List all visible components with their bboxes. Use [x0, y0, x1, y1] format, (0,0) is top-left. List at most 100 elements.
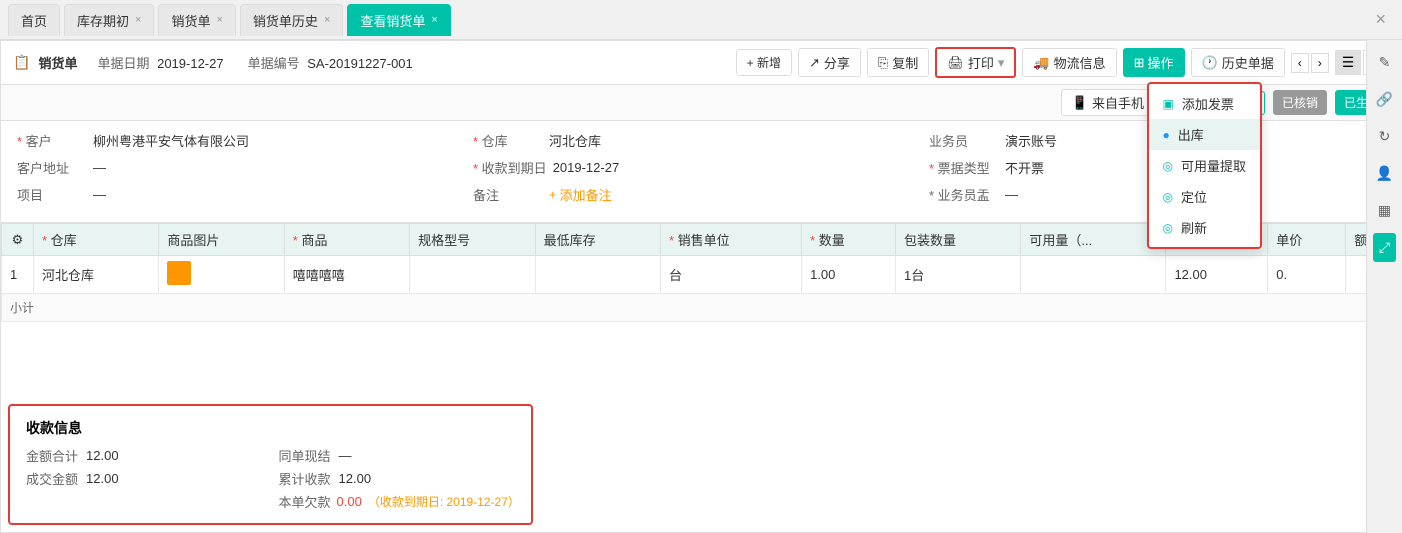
- refresh-label: 刷新: [1181, 218, 1207, 237]
- share-button[interactable]: ↗ 分享: [798, 48, 861, 77]
- th-product: * 商品: [284, 224, 409, 256]
- toolbar: 📋 销货单 单据日期 2019-12-27 单据编号 SA-20191227-0…: [1, 41, 1401, 85]
- sidebar-edit-icon[interactable]: ✎: [1373, 48, 1397, 77]
- window-close-button[interactable]: ×: [1367, 5, 1394, 34]
- warehouse-field: * 仓库 河北仓库: [473, 131, 929, 150]
- row-product-img: [159, 256, 284, 294]
- refresh-item[interactable]: ◎ 刷新: [1149, 212, 1261, 243]
- balance-label: 本单欠款: [279, 492, 331, 511]
- same-order-value: —: [339, 448, 352, 463]
- amount-value: 12.00: [86, 448, 119, 463]
- transaction-value: 12.00: [86, 471, 119, 486]
- print-button[interactable]: 🖨 打印 ▾: [935, 47, 1016, 78]
- doc-number-label: 单据编号: [248, 56, 300, 71]
- history-button[interactable]: 🕐 历史单据: [1191, 48, 1285, 77]
- nav-arrows: ‹ ›: [1291, 53, 1329, 73]
- tab-history[interactable]: 销货单历史 ×: [240, 4, 343, 36]
- tab-home-label: 首页: [21, 11, 47, 30]
- row-warehouse: 河北仓库: [34, 256, 159, 294]
- tab-view-sales-close[interactable]: ×: [431, 14, 437, 26]
- payment-grid: 金额合计 12.00 同单现结 — 成交金额 12.00 累计收款 12.00 …: [26, 446, 515, 511]
- warehouse-label: * 仓库: [473, 131, 543, 150]
- sidebar-expand-icon[interactable]: ⤢: [1373, 233, 1396, 262]
- cumulative-label: 累计收款: [279, 469, 331, 488]
- mobile-label: 来自手机: [1092, 93, 1144, 112]
- print-dropdown-icon: ▾: [998, 55, 1005, 71]
- th-settings[interactable]: ⚙: [2, 224, 34, 256]
- due-date-value: 2019-12-27: [553, 160, 620, 175]
- sidebar-grid-icon[interactable]: ▦: [1372, 196, 1397, 225]
- add-note-button[interactable]: + 添加备注: [549, 185, 612, 204]
- locate-icon: ◎: [1163, 190, 1173, 204]
- th-quantity: * 数量: [802, 224, 896, 256]
- copy-label: 复制: [892, 53, 918, 72]
- share-icon: ↗: [809, 55, 820, 71]
- outbound-item[interactable]: ● 出库: [1149, 119, 1261, 150]
- tab-inventory-close[interactable]: ×: [135, 14, 141, 26]
- transaction-row: 成交金额 12.00: [26, 469, 263, 488]
- logistics-button[interactable]: 🚚 物流信息: [1022, 48, 1116, 77]
- row-quantity: 1.00: [802, 256, 896, 294]
- copy-button[interactable]: ⎘ 复制: [867, 48, 929, 77]
- quantity-extract-item[interactable]: ◎ 可用量提取: [1149, 150, 1261, 181]
- payment-section: 收款信息 金额合计 12.00 同单现结 — 成交金额 12.00 累计收款 1…: [8, 404, 533, 525]
- subtotal-row: 小计: [2, 294, 1401, 322]
- sidebar-refresh-icon[interactable]: ↻: [1373, 122, 1397, 151]
- mobile-button[interactable]: 📱 来自手机: [1061, 89, 1155, 116]
- tab-sales-label: 销货单: [171, 11, 210, 30]
- locate-item[interactable]: ◎ 定位: [1149, 181, 1261, 212]
- operate-label: 操作: [1147, 53, 1173, 72]
- refresh-icon: ◎: [1163, 221, 1173, 235]
- tab-history-close[interactable]: ×: [324, 14, 330, 26]
- th-min-stock: 最低库存: [535, 224, 660, 256]
- tab-inventory[interactable]: 库存期初 ×: [64, 4, 154, 36]
- transaction-label: 成交金额: [26, 469, 78, 488]
- row-available: [1021, 256, 1166, 294]
- outbound-label: 出库: [1178, 125, 1204, 144]
- print-label: 打印: [968, 53, 994, 72]
- prev-button[interactable]: ‹: [1291, 53, 1309, 73]
- th-unit-price: 单价: [1268, 224, 1346, 256]
- tab-sales[interactable]: 销货单 ×: [158, 4, 235, 36]
- history-label: 历史单据: [1222, 53, 1274, 72]
- sidebar-user-icon[interactable]: 👤: [1370, 159, 1399, 188]
- address-field: 客户地址 —: [17, 158, 473, 177]
- tab-home[interactable]: 首页: [8, 4, 60, 36]
- copy-icon: ⎘: [878, 55, 888, 71]
- th-product-img: 商品图片: [159, 224, 284, 256]
- sidebar-link-icon[interactable]: 🔗: [1370, 85, 1399, 114]
- toolbar-right: + 新增 ↗ 分享 ⎘ 复制 🖨 打印 ▾ 🚚 物流信息 ⊞ 操作: [736, 47, 1389, 78]
- tab-sales-close[interactable]: ×: [216, 14, 222, 26]
- print-icon: 🖨: [947, 55, 964, 71]
- confirmed-button[interactable]: 已核销: [1273, 90, 1327, 115]
- row-min-stock: [535, 256, 660, 294]
- add-note-icon: +: [549, 187, 557, 202]
- operate-dropdown: ▣ 添加发票 ● 出库 ◎ 可用量提取 ◎ 定位 ◎ 刷新: [1147, 82, 1263, 249]
- operate-button[interactable]: ⊞ 操作: [1123, 48, 1185, 77]
- tab-history-label: 销货单历史: [253, 11, 318, 30]
- next-button[interactable]: ›: [1311, 53, 1329, 73]
- row-unit-price: 0.: [1268, 256, 1346, 294]
- row-pack-qty: 1台: [896, 256, 1021, 294]
- table-row: 1 河北仓库 嘻嘻嘻嘻 台 1.00 1台 12.00 0.: [2, 256, 1401, 294]
- balance-value: 0.00: [337, 494, 362, 509]
- list-view-button[interactable]: ☰: [1335, 50, 1362, 75]
- add-invoice-item[interactable]: ▣ 添加发票: [1149, 88, 1261, 119]
- same-order-row: 同单现结 —: [279, 446, 516, 465]
- doc-title: 销货单: [38, 53, 77, 72]
- th-spec: 规格型号: [410, 224, 535, 256]
- add-invoice-icon: ▣: [1163, 97, 1174, 111]
- subtotal-label: 小计: [2, 294, 1401, 322]
- note-field: 备注 + 添加备注: [473, 185, 929, 204]
- project-value: —: [93, 187, 106, 202]
- project-label: 项目: [17, 185, 87, 204]
- row-product: 嘻嘻嘻嘻: [284, 256, 409, 294]
- outbound-icon: ●: [1163, 128, 1170, 142]
- product-image: [167, 261, 191, 285]
- mobile-icon: 📱: [1072, 95, 1088, 111]
- tab-inventory-label: 库存期初: [77, 11, 129, 30]
- new-button[interactable]: + 新增: [736, 49, 792, 76]
- tab-view-sales[interactable]: 查看销货单 ×: [347, 4, 450, 36]
- invoice-value: 不开票: [1005, 158, 1044, 177]
- share-label: 分享: [824, 53, 850, 72]
